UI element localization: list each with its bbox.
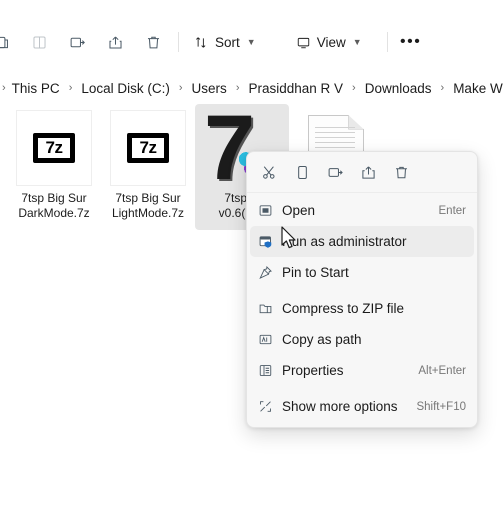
breadcrumb-separator-icon: › [352,82,356,94]
context-menu-quick-actions [247,156,477,188]
view-label: View [316,34,346,50]
toolbar-divider-2 [386,32,388,52]
menu-item-properties[interactable]: Properties Alt+Enter [250,355,474,386]
shield-admin-icon [258,232,282,252]
menu-item-show-more-options[interactable]: Show more options Shift+F10 [250,391,474,422]
open-window-icon [258,201,282,221]
breadcrumb-separator-icon: › [235,82,240,94]
breadcrumb-overflow-icon[interactable]: › [0,82,10,94]
share-icon[interactable] [96,26,134,58]
share-icon[interactable] [352,158,385,186]
more-options-icon [258,397,282,417]
see-more-button[interactable]: ••• [394,26,428,58]
file-name-line1: 7tsp Big Sur [21,191,87,205]
menu-item-compress-to-zip[interactable]: Compress to ZIP file [250,293,474,324]
breadcrumb: › This PC › Local Disk (C:) › Users › Pr… [0,76,503,100]
rename-icon[interactable] [319,158,352,186]
menu-item-run-as-administrator[interactable]: Run as administrator [250,226,474,257]
sort-label: Sort [215,34,240,50]
view-icon [297,37,309,48]
menu-item-pin-to-start[interactable]: Pin to Start [250,257,474,288]
menu-item-shortcut: Alt+Enter [418,364,466,377]
menu-item-copy-as-path[interactable]: Copy as path [250,324,474,355]
menu-item-label: Compress to ZIP file [282,301,405,316]
toolbar-divider [178,32,179,52]
file-name-line2: DarkMode.7z [18,206,90,220]
breadcrumb-item-3[interactable]: Prasiddhan R V [246,81,345,96]
breadcrumb-separator-icon: › [68,82,73,94]
compress-folder-icon [258,299,282,319]
file-name: 7tsp Big Sur DarkMode.7z [8,191,100,221]
menu-item-label: Show more options [282,399,398,414]
breadcrumb-item-4[interactable]: Downloads [363,81,434,96]
menu-item-label: Copy as path [282,332,362,347]
delete-icon[interactable] [134,26,172,58]
file-thumbnail: 7z [16,110,92,186]
copy-icon[interactable] [20,26,58,58]
cut-icon[interactable] [253,158,286,186]
sevenzip-archive-icon: 7z [16,110,92,186]
command-bar: Sort ▼ View ▼ ••• [0,22,503,62]
chevron-down-icon: ▼ [352,37,362,47]
file-name-line1: 7tsp Big Sur [115,191,181,205]
view-button[interactable]: View ▼ [287,26,371,58]
menu-item-shortcut: Shift+F10 [416,400,466,413]
copy-path-icon [258,330,282,350]
file-thumbnail: 7z [110,110,186,186]
delete-icon[interactable] [385,158,418,186]
breadcrumb-separator-icon: › [440,82,445,94]
breadcrumb-item-5[interactable]: Make Windows 11 Look Like macOS (Te [451,81,503,96]
sort-button[interactable]: Sort ▼ [185,26,265,58]
file-name: 7tsp Big Sur LightMode.7z [102,191,194,221]
menu-item-label: Properties [282,363,344,378]
list-item[interactable]: 7z 7tsp Big Sur DarkMode.7z [7,104,101,230]
breadcrumb-separator-icon: › [178,82,183,94]
menu-item-label: Pin to Start [282,265,349,280]
menu-item-label: Open [282,203,316,218]
breadcrumb-item-0[interactable]: This PC [10,81,62,96]
pin-icon [258,263,282,283]
copy-icon[interactable] [286,158,319,186]
file-name-line2: LightMode.7z [111,206,185,220]
menu-item-label: Run as administrator [282,234,407,249]
list-item[interactable]: 7z 7tsp Big Sur LightMode.7z [101,104,195,230]
breadcrumb-item-2[interactable]: Users [190,81,229,96]
breadcrumb-item-1[interactable]: Local Disk (C:) [79,81,172,96]
cut-icon[interactable] [0,26,20,58]
context-menu: Open Enter Run as administrator Pin to S… [246,151,478,428]
rename-icon[interactable] [58,26,96,58]
chevron-down-icon: ▼ [246,37,256,47]
menu-item-open[interactable]: Open Enter [250,195,474,226]
context-menu-divider [247,192,477,193]
sort-icon [196,36,206,48]
menu-item-shortcut: Enter [438,204,467,217]
properties-icon [258,361,282,381]
sevenzip-archive-icon: 7z [110,110,186,186]
